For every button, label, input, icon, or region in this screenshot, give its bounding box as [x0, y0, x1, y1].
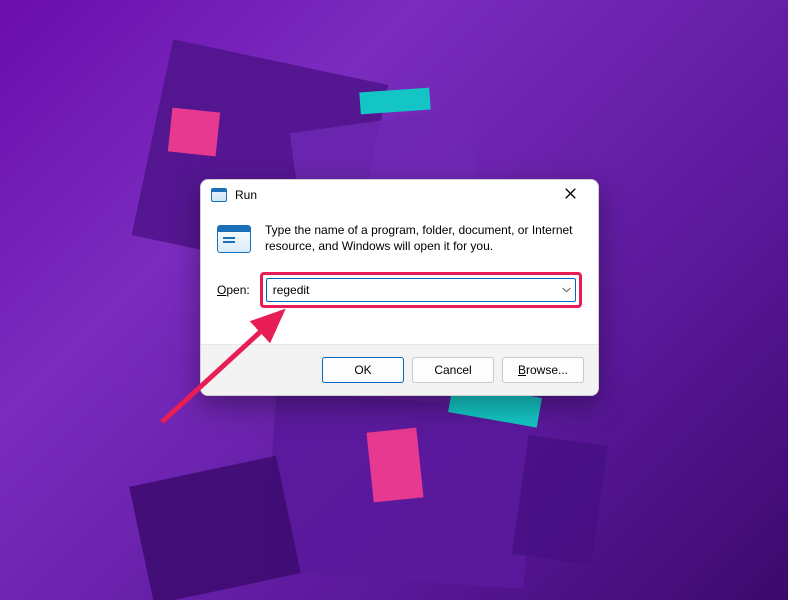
close-button[interactable] — [548, 181, 592, 209]
titlebar[interactable]: Run — [201, 180, 598, 210]
open-label: Open: — [217, 283, 250, 297]
browse-button[interactable]: Browse... — [502, 357, 584, 383]
cancel-button[interactable]: Cancel — [412, 357, 494, 383]
run-dialog: Run Type the name of a program, folder, … — [200, 179, 599, 396]
annotation-highlight — [260, 272, 582, 308]
chevron-down-icon[interactable] — [557, 287, 575, 293]
open-combobox[interactable] — [266, 278, 576, 302]
run-app-icon — [211, 188, 227, 202]
close-icon — [565, 187, 576, 202]
open-input[interactable] — [267, 283, 557, 297]
window-title: Run — [235, 188, 257, 202]
dialog-footer: OK Cancel Browse... — [201, 344, 598, 395]
ok-button[interactable]: OK — [322, 357, 404, 383]
dialog-description: Type the name of a program, folder, docu… — [265, 222, 582, 254]
dialog-body: Type the name of a program, folder, docu… — [201, 210, 598, 344]
run-large-icon — [217, 225, 251, 253]
